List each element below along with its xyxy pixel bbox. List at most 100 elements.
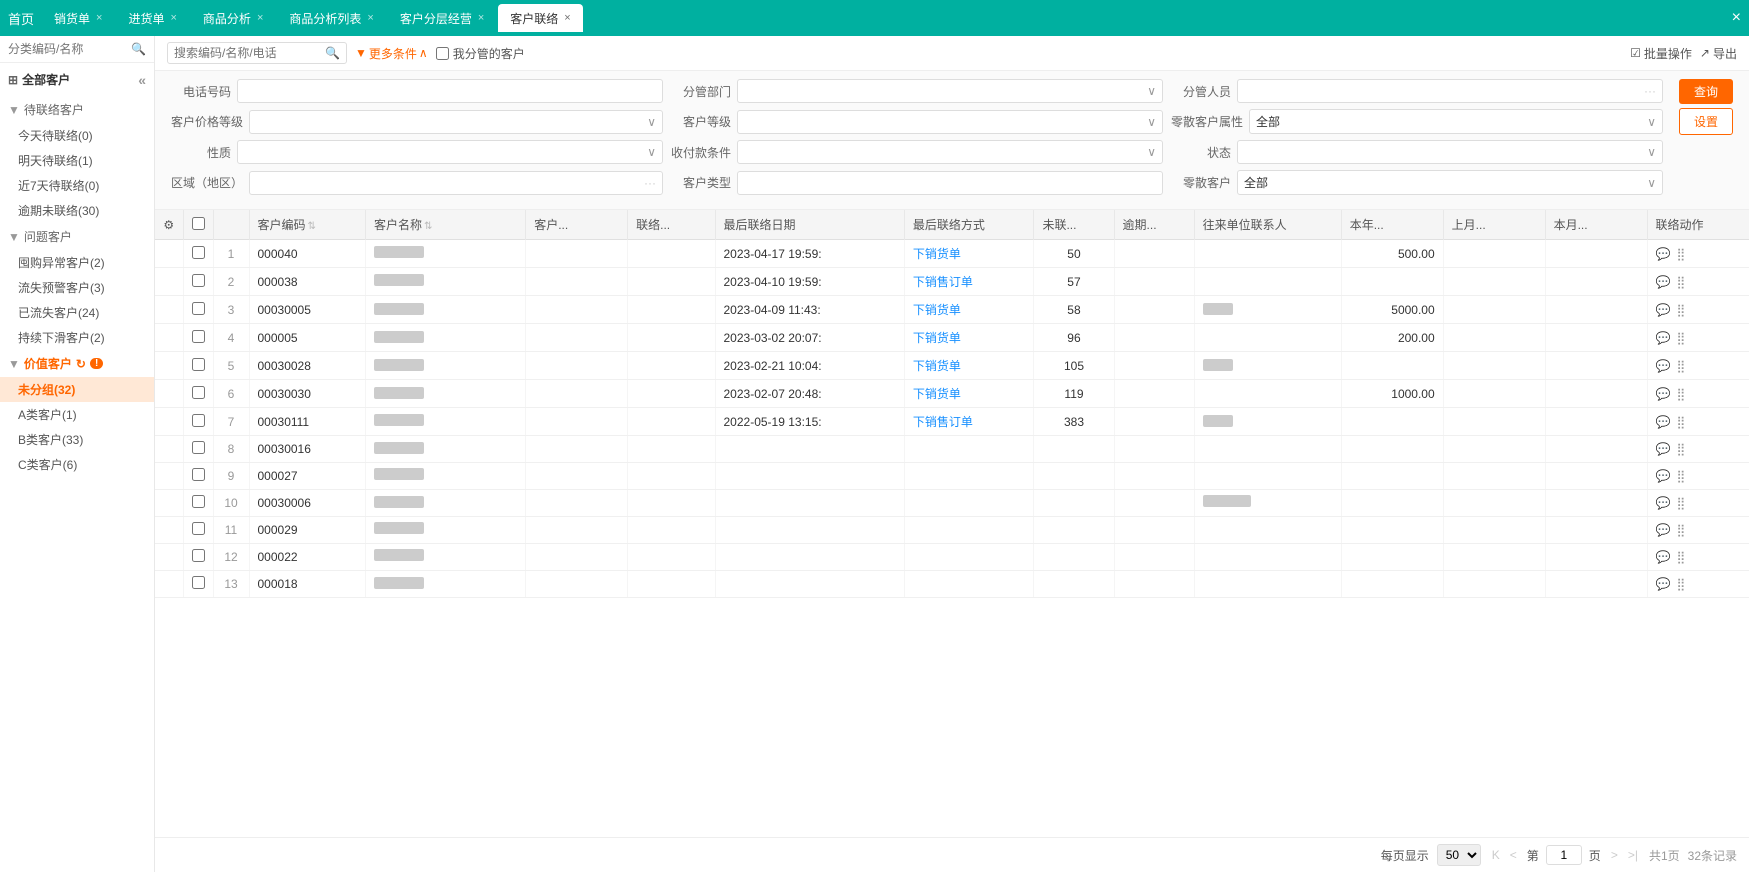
- td-checkbox-1[interactable]: [183, 268, 213, 296]
- sidebar-item-churned[interactable]: 已流失客户(24): [0, 300, 154, 325]
- more-action-icon-5[interactable]: ⣿: [1676, 387, 1685, 401]
- td-checkbox-9[interactable]: [183, 490, 213, 517]
- last-way-link-6[interactable]: 下销售订单: [913, 415, 973, 429]
- td-last-way-6[interactable]: 下销售订单: [904, 408, 1034, 436]
- close-sale-tab[interactable]: ×: [96, 12, 102, 24]
- sidebar-item-stockpile-abnormal[interactable]: 囤购异常客户(2): [0, 250, 154, 275]
- more-action-icon-3[interactable]: ⣿: [1676, 331, 1685, 345]
- td-last-way-2[interactable]: 下销货单: [904, 296, 1034, 324]
- sidebar-search-input[interactable]: [8, 42, 127, 56]
- more-action-icon-2[interactable]: ⣿: [1676, 303, 1685, 317]
- sort-icon-name[interactable]: ⇅: [424, 221, 432, 232]
- more-action-icon-6[interactable]: ⣿: [1676, 415, 1685, 429]
- last-way-link-1[interactable]: 下销售订单: [913, 275, 973, 289]
- nav-tab-sale[interactable]: 销货单 ×: [42, 4, 114, 32]
- call-icon-4[interactable]: 💬: [1656, 359, 1671, 373]
- dept-select[interactable]: ∨: [737, 79, 1163, 103]
- td-action-6[interactable]: 💬 ⣿: [1647, 408, 1749, 436]
- more-action-icon-7[interactable]: ⣿: [1676, 442, 1685, 456]
- sidebar-item-tomorrow-pending[interactable]: 明天待联络(1): [0, 148, 154, 173]
- price-tier-select[interactable]: ∨: [249, 110, 663, 134]
- call-icon-6[interactable]: 💬: [1656, 415, 1671, 429]
- sort-icon-code[interactable]: ⇅: [308, 221, 316, 232]
- td-action-5[interactable]: 💬 ⣿: [1647, 380, 1749, 408]
- last-way-link-2[interactable]: 下销货单: [913, 303, 961, 317]
- more-action-icon-0[interactable]: ⣿: [1676, 247, 1685, 261]
- close-customer-tier-tab[interactable]: ×: [478, 12, 484, 24]
- page-number-input[interactable]: [1546, 845, 1582, 865]
- customer-tier-select[interactable]: ∨: [737, 110, 1163, 134]
- td-action-1[interactable]: 💬 ⣿: [1647, 268, 1749, 296]
- sidebar-collapse-button[interactable]: «: [138, 72, 146, 88]
- td-last-way-5[interactable]: 下销货单: [904, 380, 1034, 408]
- sidebar-group-pending[interactable]: ▼ 待联络客户: [0, 96, 154, 123]
- td-checkbox-10[interactable]: [183, 517, 213, 544]
- td-action-10[interactable]: 💬 ⣿: [1647, 517, 1749, 544]
- next-page-button[interactable]: >: [1608, 848, 1621, 862]
- bulk-ops-button[interactable]: ☑ 批量操作: [1630, 45, 1692, 62]
- td-checkbox-6[interactable]: [183, 408, 213, 436]
- call-icon-10[interactable]: 💬: [1656, 523, 1671, 537]
- td-last-way-3[interactable]: 下销货单: [904, 324, 1034, 352]
- td-action-3[interactable]: 💬 ⣿: [1647, 324, 1749, 352]
- sidebar-item-class-b[interactable]: B类客户(33): [0, 427, 154, 452]
- last-way-link-0[interactable]: 下销货单: [913, 247, 961, 261]
- call-icon-8[interactable]: 💬: [1656, 469, 1671, 483]
- last-way-link-4[interactable]: 下销货单: [913, 359, 961, 373]
- status-select[interactable]: ∨: [1237, 140, 1663, 164]
- call-icon-1[interactable]: 💬: [1656, 275, 1671, 289]
- td-checkbox-0[interactable]: [183, 240, 213, 268]
- td-checkbox-11[interactable]: [183, 544, 213, 571]
- last-way-link-3[interactable]: 下销货单: [913, 331, 961, 345]
- search-input[interactable]: [174, 46, 325, 60]
- sidebar-item-declining[interactable]: 持续下滑客户(2): [0, 325, 154, 350]
- last-way-link-5[interactable]: 下销货单: [913, 387, 961, 401]
- td-action-11[interactable]: 💬 ⣿: [1647, 544, 1749, 571]
- td-action-8[interactable]: 💬 ⣿: [1647, 463, 1749, 490]
- td-action-4[interactable]: 💬 ⣿: [1647, 352, 1749, 380]
- global-close-button[interactable]: ×: [1732, 9, 1741, 27]
- call-icon-3[interactable]: 💬: [1656, 331, 1671, 345]
- sidebar-item-class-c[interactable]: C类客户(6): [0, 452, 154, 477]
- retail-customer-select[interactable]: 全部 ∨: [1237, 170, 1663, 195]
- more-action-icon-9[interactable]: ⣿: [1676, 496, 1685, 510]
- td-action-0[interactable]: 💬 ⣿: [1647, 240, 1749, 268]
- table-container[interactable]: ⚙ 客户编码⇅ 客户名称⇅ 客户... 联络... 最后联络日期 最后联络方式: [155, 210, 1749, 837]
- search-icon[interactable]: 🔍: [325, 46, 340, 60]
- person-input[interactable]: ···: [1237, 79, 1663, 103]
- last-page-button[interactable]: >|: [1625, 848, 1641, 862]
- sidebar-search-icon[interactable]: 🔍: [131, 42, 146, 56]
- td-last-way-4[interactable]: 下销货单: [904, 352, 1034, 380]
- call-icon-12[interactable]: 💬: [1656, 577, 1671, 591]
- sidebar-item-class-a[interactable]: A类客户(1): [0, 402, 154, 427]
- td-checkbox-12[interactable]: [183, 571, 213, 598]
- td-last-way-1[interactable]: 下销售订单: [904, 268, 1034, 296]
- reset-button[interactable]: 设置: [1679, 108, 1733, 135]
- my-customers-check-input[interactable]: [436, 47, 449, 60]
- region-input[interactable]: ···: [249, 171, 663, 195]
- customer-type-input[interactable]: [737, 171, 1163, 195]
- close-customer-contact-tab[interactable]: ×: [564, 12, 570, 24]
- more-conditions-button[interactable]: ▼ 更多条件 ∧: [355, 45, 428, 62]
- more-action-icon-1[interactable]: ⣿: [1676, 275, 1685, 289]
- td-checkbox-5[interactable]: [183, 380, 213, 408]
- sidebar-item-overdue-pending[interactable]: 逾期未联络(30): [0, 198, 154, 223]
- select-all-checkbox[interactable]: [192, 217, 205, 230]
- more-action-icon-8[interactable]: ⣿: [1676, 469, 1685, 483]
- td-checkbox-7[interactable]: [183, 436, 213, 463]
- nav-tab-home[interactable]: 首页: [8, 9, 34, 28]
- phone-input[interactable]: [237, 79, 663, 103]
- retail-attr-select[interactable]: 全部 ∨: [1249, 109, 1663, 134]
- first-page-button[interactable]: K: [1489, 848, 1503, 862]
- call-icon-2[interactable]: 💬: [1656, 303, 1671, 317]
- refresh-icon[interactable]: ↻: [76, 357, 86, 371]
- more-action-icon-4[interactable]: ⣿: [1676, 359, 1685, 373]
- page-size-select[interactable]: 50: [1437, 844, 1481, 866]
- nav-tab-product-analysis[interactable]: 商品分析 ×: [191, 4, 275, 32]
- my-customers-checkbox[interactable]: 我分管的客户: [436, 45, 525, 62]
- td-action-9[interactable]: 💬 ⣿: [1647, 490, 1749, 517]
- call-icon-5[interactable]: 💬: [1656, 387, 1671, 401]
- call-icon-11[interactable]: 💬: [1656, 550, 1671, 564]
- th-settings[interactable]: ⚙: [155, 210, 183, 240]
- nav-tab-customer-tier[interactable]: 客户分层经营 ×: [388, 4, 496, 32]
